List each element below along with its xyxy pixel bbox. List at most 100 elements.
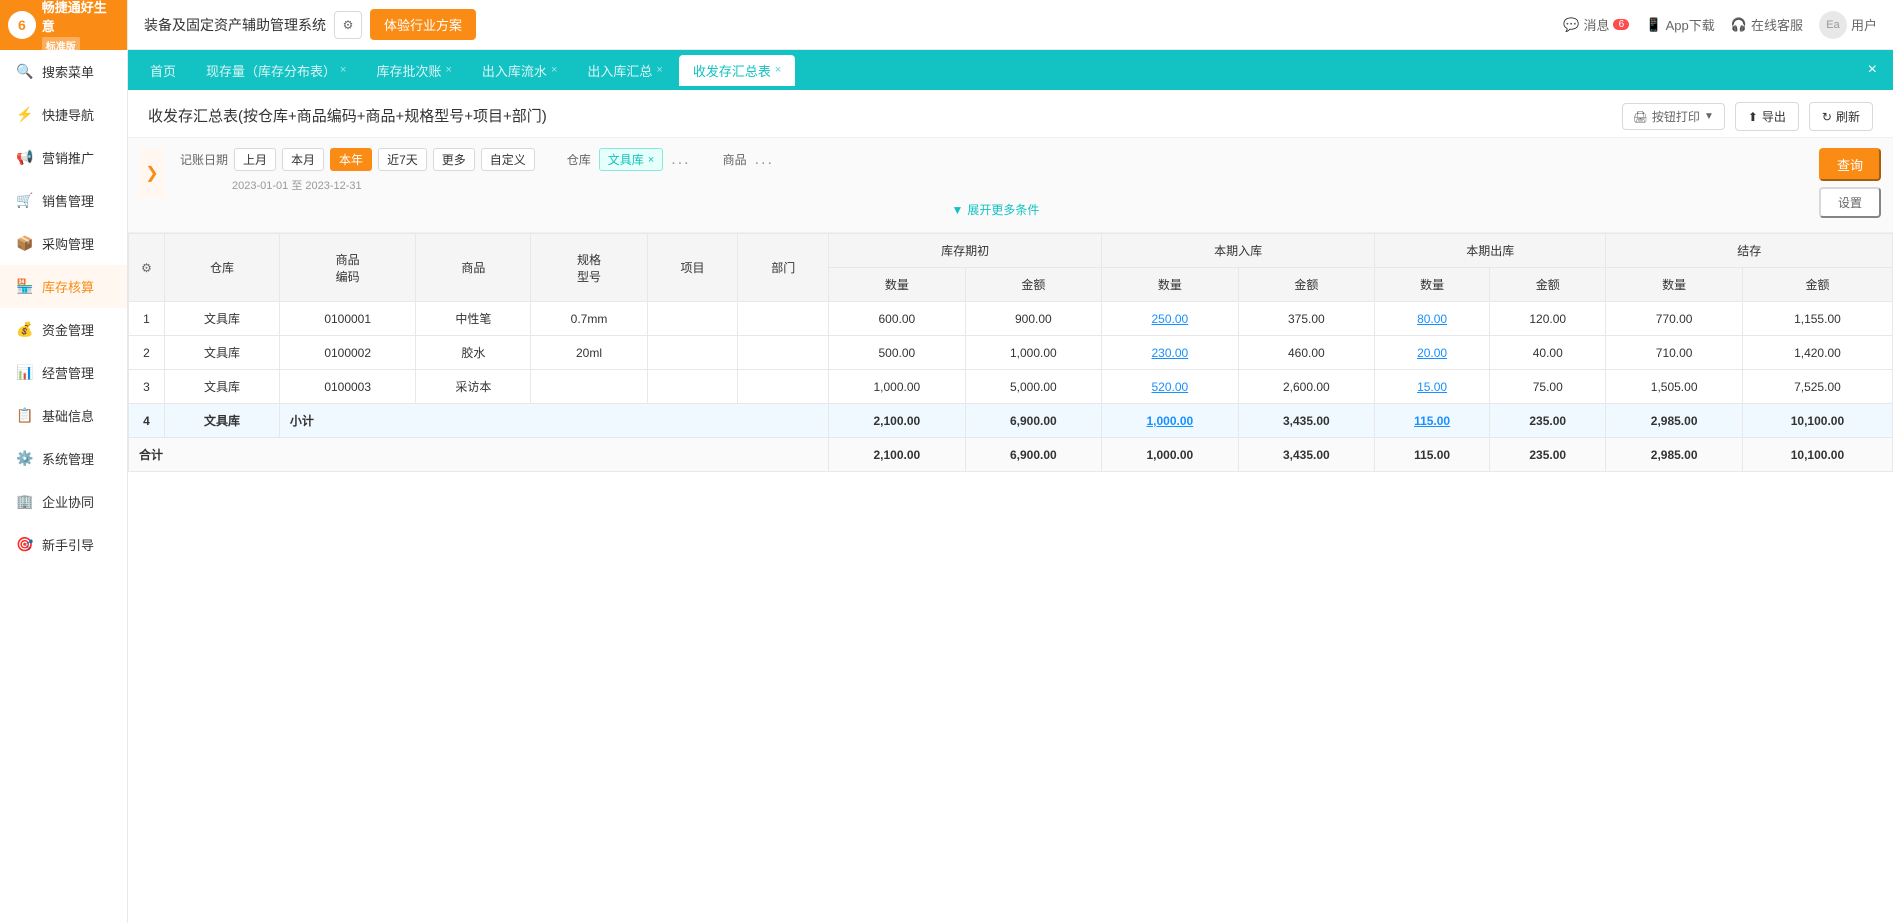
cell-opening-qty: 600.00: [829, 302, 966, 336]
date-filter-group: 记账日期 上月 本月 本年 近7天 更多 自定义: [180, 148, 535, 171]
cell-goods-code: 0100001: [279, 302, 416, 336]
sidebar-item-enterprise[interactable]: 🏢 企业协同: [0, 480, 127, 523]
cell-out-qty[interactable]: 15.00: [1375, 370, 1490, 404]
filter-collapse-button[interactable]: ❯: [140, 148, 164, 198]
in-qty-link[interactable]: 520.00: [1151, 380, 1188, 394]
message-icon: 💬: [1563, 17, 1579, 33]
tab-recv-send-summary[interactable]: 收发存汇总表 ×: [679, 55, 795, 86]
cell-goods-code: 0100002: [279, 336, 416, 370]
table-footer: 合计 2,100.00 6,900.00 1,000.00 3,435.00 1…: [129, 438, 1893, 472]
out-qty-link[interactable]: 20.00: [1417, 346, 1447, 360]
sidebar-item-sales[interactable]: 🛒 销售管理: [0, 179, 127, 222]
top-header: 装备及固定资产辅助管理系统 ⚙ 体验行业方案 💬 消息 6 📱 App下载 🎧 …: [128, 0, 1893, 50]
megaphone-icon: 📢: [16, 149, 34, 166]
subtotal-out-qty[interactable]: 115.00: [1375, 404, 1490, 438]
tab-close-inout-flow[interactable]: ×: [551, 64, 557, 76]
cell-balance-amt: 1,420.00: [1742, 336, 1892, 370]
sidebar-item-quicknav[interactable]: ⚡ 快捷导航: [0, 93, 127, 136]
subtotal-out-qty-link[interactable]: 115.00: [1414, 414, 1450, 428]
warehouse-more-dots[interactable]: ...: [671, 151, 690, 169]
date-btn-7days[interactable]: 近7天: [378, 148, 427, 171]
th-in-group: 本期入库: [1102, 234, 1375, 268]
date-btn-last-month[interactable]: 上月: [234, 148, 276, 171]
date-btn-custom[interactable]: 自定义: [481, 148, 535, 171]
refresh-button[interactable]: ↻ 刷新: [1809, 102, 1873, 131]
sidebar-item-finance[interactable]: 💰 资金管理: [0, 308, 127, 351]
cell-balance-qty: 770.00: [1606, 302, 1743, 336]
date-btn-this-year[interactable]: 本年: [330, 148, 372, 171]
tab-close-recv-send-summary[interactable]: ×: [775, 64, 781, 76]
sidebar-item-inventory[interactable]: 🏪 库存核算: [0, 265, 127, 308]
date-btn-this-month[interactable]: 本月: [282, 148, 324, 171]
cell-in-qty[interactable]: 520.00: [1102, 370, 1239, 404]
refresh-icon: ↻: [1822, 110, 1832, 124]
expand-conditions-button[interactable]: ▼ 展开更多条件: [944, 197, 1048, 222]
user-menu[interactable]: Ea 用户: [1819, 11, 1877, 39]
tab-stock-dist[interactable]: 现存量（库存分布表） ×: [192, 55, 360, 86]
page-actions: 🖨 按钮打印 ▼ ⬆ 导出 ↻ 刷新: [1622, 102, 1873, 131]
goods-more-dots[interactable]: ...: [755, 151, 774, 169]
table-settings-button[interactable]: 设置: [1819, 187, 1881, 218]
tab-home[interactable]: 首页: [136, 55, 190, 86]
printer-icon: 🖨: [1633, 110, 1648, 124]
cell-opening-amt: 900.00: [965, 302, 1102, 336]
warehouse-filter-group: 仓库 文具库 × ...: [567, 148, 691, 171]
out-qty-link[interactable]: 80.00: [1417, 312, 1447, 326]
warehouse-tag[interactable]: 文具库 ×: [599, 148, 663, 171]
cell-in-qty[interactable]: 230.00: [1102, 336, 1239, 370]
cell-out-qty[interactable]: 20.00: [1375, 336, 1490, 370]
total-balance-qty: 2,985.00: [1606, 438, 1743, 472]
cell-goods-name: 胶水: [416, 336, 531, 370]
date-btn-more[interactable]: 更多: [433, 148, 475, 171]
table-row: 2 文具库 0100002 胶水 20ml 500.00 1,000.00 23…: [129, 336, 1893, 370]
sidebar-item-system[interactable]: ⚙️ 系统管理: [0, 437, 127, 480]
lightning-icon: ⚡: [16, 106, 34, 123]
export-button[interactable]: ⬆ 导出: [1735, 102, 1799, 131]
in-qty-link[interactable]: 250.00: [1151, 312, 1188, 326]
print-button[interactable]: 🖨 按钮打印 ▼: [1622, 103, 1725, 130]
cell-goods-name: 中性笔: [416, 302, 531, 336]
cell-opening-qty: 1,000.00: [829, 370, 966, 404]
tab-inout-summary[interactable]: 出入库汇总 ×: [573, 55, 676, 86]
tab-close-inout-summary[interactable]: ×: [656, 64, 662, 76]
message-button[interactable]: 💬 消息 6: [1563, 15, 1629, 34]
trial-button[interactable]: 体验行业方案: [370, 9, 476, 40]
app-download-button[interactable]: 📱 App下载: [1645, 15, 1714, 34]
total-balance-amt: 10,100.00: [1742, 438, 1892, 472]
cell-project: [647, 336, 738, 370]
tab-bar-close-button[interactable]: ×: [1860, 61, 1885, 79]
cell-balance-amt: 1,155.00: [1742, 302, 1892, 336]
cell-in-qty[interactable]: 250.00: [1102, 302, 1239, 336]
table-row: 1 文具库 0100001 中性笔 0.7mm 600.00 900.00 25…: [129, 302, 1893, 336]
sidebar-item-purchase[interactable]: 📦 采购管理: [0, 222, 127, 265]
column-settings-icon[interactable]: ⚙: [141, 261, 152, 275]
system-gear-button[interactable]: ⚙: [334, 11, 362, 39]
out-qty-link[interactable]: 15.00: [1417, 380, 1447, 394]
sidebar-item-marketing[interactable]: 📢 营销推广: [0, 136, 127, 179]
cell-goods-code: 0100003: [279, 370, 416, 404]
chevron-down-icon: ▼: [1704, 111, 1714, 122]
data-table: ⚙ 仓库 商品编码 商品 规格型号 项目 部门 库存期初 本期入库 本期出库 结…: [128, 233, 1893, 472]
sidebar-item-basic[interactable]: 📋 基础信息: [0, 394, 127, 437]
warehouse-tag-remove[interactable]: ×: [648, 154, 654, 166]
tab-inout-flow[interactable]: 出入库流水 ×: [468, 55, 571, 86]
settings-icon: ⚙️: [16, 450, 34, 467]
cell-in-amt: 375.00: [1238, 302, 1375, 336]
tab-batch-ledger[interactable]: 库存批次账 ×: [362, 55, 465, 86]
th-settings[interactable]: ⚙: [129, 234, 165, 302]
total-row: 合计 2,100.00 6,900.00 1,000.00 3,435.00 1…: [129, 438, 1893, 472]
query-button[interactable]: 查询: [1819, 148, 1881, 181]
cell-out-qty[interactable]: 80.00: [1375, 302, 1490, 336]
total-in-qty: 1,000.00: [1102, 438, 1239, 472]
tab-close-stock-dist[interactable]: ×: [340, 64, 346, 76]
sidebar-item-guide[interactable]: 🎯 新手引导: [0, 523, 127, 566]
subtotal-in-qty[interactable]: 1,000.00: [1102, 404, 1239, 438]
sidebar-item-search[interactable]: 🔍 搜索菜单: [0, 50, 127, 93]
in-qty-link[interactable]: 230.00: [1151, 346, 1188, 360]
sidebar-item-operations[interactable]: 📊 经营管理: [0, 351, 127, 394]
tab-close-batch-ledger[interactable]: ×: [445, 64, 451, 76]
th-out-amt: 金额: [1490, 268, 1606, 302]
online-service-button[interactable]: 🎧 在线客服: [1731, 15, 1803, 34]
cell-warehouse: 文具库: [165, 370, 280, 404]
subtotal-in-qty-link[interactable]: 1,000.00: [1146, 414, 1193, 428]
